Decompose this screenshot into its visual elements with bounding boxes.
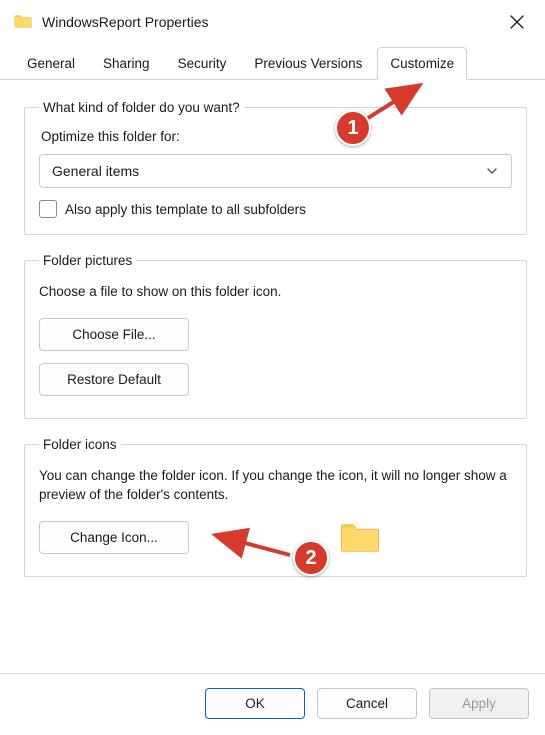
group-folder-kind-legend: What kind of folder do you want? <box>39 100 244 115</box>
optimize-label: Optimize this folder for: <box>41 129 512 144</box>
tab-general[interactable]: General <box>14 47 88 80</box>
change-icon-button[interactable]: Change Icon... <box>39 521 189 554</box>
dialog-footer: OK Cancel Apply <box>0 673 545 735</box>
tab-sharing[interactable]: Sharing <box>90 47 163 80</box>
folder-pictures-desc: Choose a file to show on this folder ico… <box>39 282 512 302</box>
apply-subfolders-checkbox[interactable] <box>39 200 57 218</box>
tab-strip: General Sharing Security Previous Versio… <box>0 42 545 80</box>
cancel-button[interactable]: Cancel <box>317 688 417 719</box>
group-folder-icons: Folder icons You can change the folder i… <box>24 437 527 577</box>
folder-icon <box>14 13 32 31</box>
chevron-down-icon <box>485 164 499 178</box>
optimize-select[interactable]: General items <box>39 154 512 188</box>
tab-content: What kind of folder do you want? Optimiz… <box>0 80 545 577</box>
folder-icons-desc: You can change the folder icon. If you c… <box>39 466 512 505</box>
tab-security[interactable]: Security <box>165 47 240 80</box>
annotation-bubble-1: 1 <box>335 110 371 146</box>
choose-file-button[interactable]: Choose File... <box>39 318 189 351</box>
tab-customize[interactable]: Customize <box>377 47 467 80</box>
restore-default-button[interactable]: Restore Default <box>39 363 189 396</box>
titlebar: WindowsReport Properties <box>0 0 545 42</box>
apply-button[interactable]: Apply <box>429 688 529 719</box>
close-icon <box>510 15 524 29</box>
tab-previous-versions[interactable]: Previous Versions <box>241 47 375 80</box>
group-folder-icons-legend: Folder icons <box>39 437 121 452</box>
group-folder-kind: What kind of folder do you want? Optimiz… <box>24 100 527 235</box>
folder-preview-icon <box>339 519 381 556</box>
group-folder-pictures-legend: Folder pictures <box>39 253 136 268</box>
apply-subfolders-label: Also apply this template to all subfolde… <box>65 202 306 217</box>
window-title: WindowsReport Properties <box>42 14 489 30</box>
ok-button[interactable]: OK <box>205 688 305 719</box>
close-button[interactable] <box>499 8 535 36</box>
annotation-bubble-2: 2 <box>293 540 329 576</box>
group-folder-pictures: Folder pictures Choose a file to show on… <box>24 253 527 419</box>
optimize-select-value: General items <box>52 163 139 179</box>
